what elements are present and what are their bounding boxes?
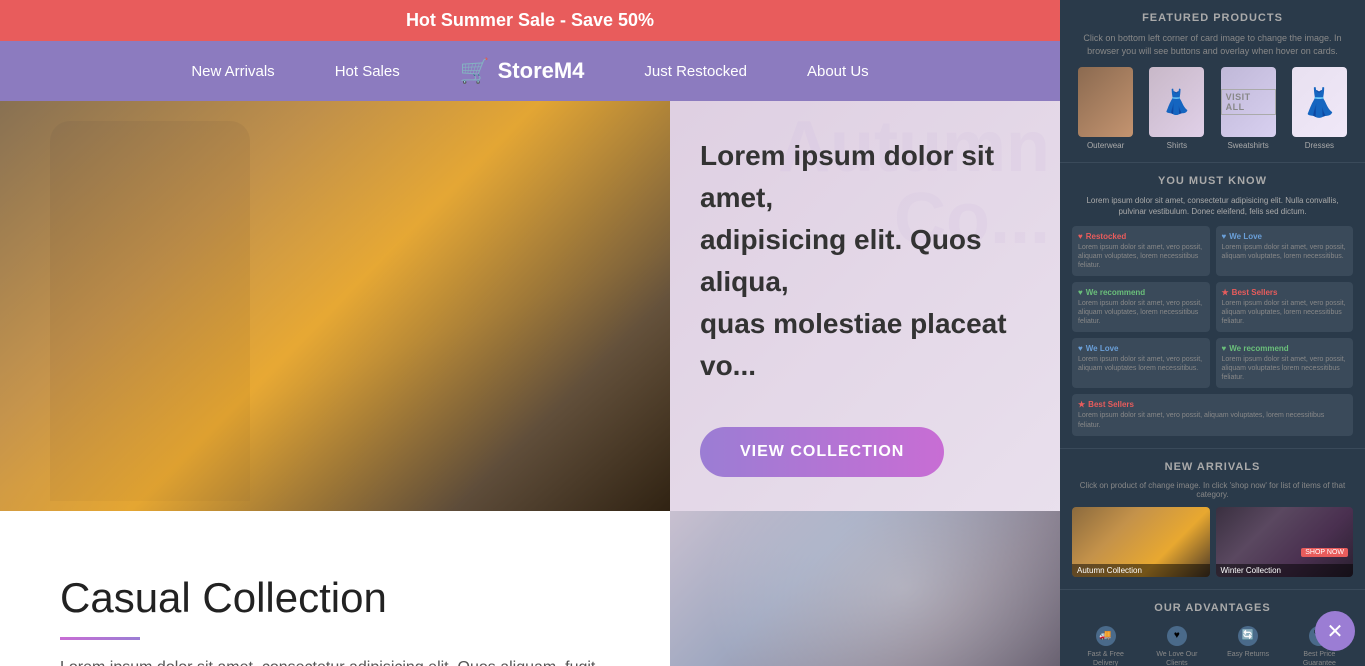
nav-new-arrivals[interactable]: New Arrivals xyxy=(191,63,274,80)
bottom-bg xyxy=(670,511,1060,666)
feat-thumb-sweatshirts: VISIT ALL xyxy=(1221,67,1276,137)
navbar-links: New Arrivals Hot Sales 🛒 StoreM4 Just Re… xyxy=(191,57,868,86)
featured-products-title: FEATURED PRODUCTS xyxy=(1072,12,1353,24)
bottom-section: Casual Collection Lorem ipsum dolor sit … xyxy=(0,511,1060,666)
must-know-we-recommend-title: ♥ We recommend xyxy=(1078,288,1204,297)
must-know-we-recommend-text: Lorem ipsum dolor sit amet, vero possit,… xyxy=(1078,299,1204,326)
new-arrivals-panel-title: NEW ARRIVALS xyxy=(1072,461,1353,473)
arrival-badge-winter[interactable]: SHOP NOW xyxy=(1301,548,1348,557)
love-icon: ♥ xyxy=(1167,626,1187,646)
hero-section: Autumn Co... Lorem ipsum dolor sit amet,… xyxy=(0,101,1060,511)
must-know-we-recommend-2: ♥ We recommend Lorem ipsum dolor sit ame… xyxy=(1216,338,1354,388)
must-know-grid: ♥ Restocked Lorem ipsum dolor sit amet, … xyxy=(1072,226,1353,333)
featured-products-subtitle: Click on bottom left corner of card imag… xyxy=(1072,32,1353,57)
must-know-we-love-2-title: ♥ We Love xyxy=(1078,344,1204,353)
must-know-best-sellers-2-text: Lorem ipsum dolor sit amet, vero possit,… xyxy=(1078,411,1347,429)
hero-body-text: Lorem ipsum dolor sit amet,adipisicing e… xyxy=(700,135,1030,387)
must-know-restocked: ♥ Restocked Lorem ipsum dolor sit amet, … xyxy=(1072,226,1210,276)
new-arrivals-subtitle: Click on product of change image. In cli… xyxy=(1072,481,1353,499)
arrivals-grid: Autumn Collection Winter Collection SHOP… xyxy=(1072,507,1353,577)
brand-name: StoreM4 xyxy=(498,58,585,84)
must-know-best-sellers-text: Lorem ipsum dolor sit amet, vero possit,… xyxy=(1222,299,1348,326)
you-must-know-intro: Lorem ipsum dolor sit amet, consectetur … xyxy=(1072,195,1353,217)
adv-love: ♥ We Love Our Clients xyxy=(1143,622,1210,666)
navbar: New Arrivals Hot Sales 🛒 StoreM4 Just Re… xyxy=(0,41,1060,101)
featured-products-grid: Outerwear 👗 Shirts VISIT ALL Sweatshirts… xyxy=(1072,67,1353,150)
our-advantages-title: OUR ADVANTAGES xyxy=(1072,602,1353,614)
adv-love-text: We Love Our Clients xyxy=(1147,650,1206,666)
arrival-autumn[interactable]: Autumn Collection xyxy=(1072,507,1210,577)
view-collection-button[interactable]: VIEW COLLECTION xyxy=(700,427,944,477)
you-must-know-title: YOU MUST KNOW xyxy=(1072,175,1353,187)
right-panel: FEATURED PRODUCTS Click on bottom left c… xyxy=(1060,0,1365,666)
adv-price-text: Best Price Guarantee xyxy=(1290,650,1349,666)
delivery-icon: 🚚 xyxy=(1096,626,1116,646)
advantages-grid: 🚚 Fast & Free Delivery ♥ We Love Our Cli… xyxy=(1072,622,1353,666)
star-icon-2: ★ xyxy=(1078,400,1085,409)
must-know-restocked-title: ♥ Restocked xyxy=(1078,232,1204,241)
must-know-best-sellers: ★ Best Sellers Lorem ipsum dolor sit ame… xyxy=(1216,282,1354,332)
adv-returns-text: Easy Returns xyxy=(1227,650,1269,659)
must-know-we-recommend-2-title: ♥ We recommend xyxy=(1222,344,1348,353)
casual-collection-section: Casual Collection Lorem ipsum dolor sit … xyxy=(0,511,670,666)
adv-delivery-text: Fast & Free Delivery xyxy=(1076,650,1135,666)
star-icon: ★ xyxy=(1222,288,1229,297)
returns-icon: 🔄 xyxy=(1238,626,1258,646)
nav-hot-sales[interactable]: Hot Sales xyxy=(335,63,400,80)
feat-thumb-dresses: 👗 xyxy=(1292,67,1347,137)
hero-text-right: Autumn Co... Lorem ipsum dolor sit amet,… xyxy=(670,101,1060,511)
close-button[interactable]: ✕ xyxy=(1315,611,1355,651)
must-know-we-love-text: Lorem ipsum dolor sit amet, vero possit,… xyxy=(1222,243,1348,261)
main-content: Hot Summer Sale - Save 50% New Arrivals … xyxy=(0,0,1060,666)
sale-text: Hot Summer Sale - Save 50% xyxy=(406,10,654,30)
bottom-image-right xyxy=(670,511,1060,666)
must-know-we-recommend-2-text: Lorem ipsum dolor sit amet, vero possit,… xyxy=(1222,355,1348,382)
must-know-we-love: ♥ We Love Lorem ipsum dolor sit amet, ve… xyxy=(1216,226,1354,276)
feat-label-sweatshirts: Sweatshirts xyxy=(1227,141,1268,150)
must-know-we-love-2-text: Lorem ipsum dolor sit amet, vero possit,… xyxy=(1078,355,1204,373)
must-know-we-recommend: ♥ We recommend Lorem ipsum dolor sit ame… xyxy=(1072,282,1210,332)
feat-item-dresses[interactable]: 👗 Dresses xyxy=(1286,67,1353,150)
arrival-label-autumn: Autumn Collection xyxy=(1072,564,1210,577)
feat-item-shirts[interactable]: 👗 Shirts xyxy=(1143,67,1210,150)
navbar-brand[interactable]: 🛒 StoreM4 xyxy=(460,57,585,86)
adv-returns: 🔄 Easy Returns xyxy=(1215,622,1282,666)
casual-collection-text: Lorem ipsum dolor sit amet, consectetur … xyxy=(60,655,610,666)
feat-label-shirts: Shirts xyxy=(1167,141,1187,150)
feat-thumb-shirts: 👗 xyxy=(1149,67,1204,137)
heart-icon: ♥ xyxy=(1078,232,1083,241)
you-must-know-section: YOU MUST KNOW Lorem ipsum dolor sit amet… xyxy=(1060,163,1365,448)
must-know-best-sellers-title: ★ Best Sellers xyxy=(1222,288,1348,297)
new-arrivals-panel-section: NEW ARRIVALS Click on product of change … xyxy=(1060,449,1365,590)
feat-label-dresses: Dresses xyxy=(1305,141,1334,150)
must-know-we-love-title: ♥ We Love xyxy=(1222,232,1348,241)
feat-item-outerwear[interactable]: Outerwear xyxy=(1072,67,1139,150)
feat-thumb-outerwear xyxy=(1078,67,1133,137)
nav-about-us[interactable]: About Us xyxy=(807,63,869,80)
sale-banner: Hot Summer Sale - Save 50% xyxy=(0,0,1060,41)
nav-just-restocked[interactable]: Just Restocked xyxy=(644,63,747,80)
feat-item-sweatshirts[interactable]: VISIT ALL Sweatshirts xyxy=(1215,67,1282,150)
heart-icon-4: ♥ xyxy=(1078,344,1083,353)
casual-collection-title: Casual Collection xyxy=(60,574,610,622)
must-know-grid-2: ♥ We Love Lorem ipsum dolor sit amet, ve… xyxy=(1072,338,1353,435)
heart-icon-3: ♥ xyxy=(1078,288,1083,297)
arrival-bg-autumn: Autumn Collection xyxy=(1072,507,1210,577)
hero-overlay xyxy=(0,101,670,511)
featured-products-section: FEATURED PRODUCTS Click on bottom left c… xyxy=(1060,0,1365,163)
must-know-best-sellers-2-title: ★ Best Sellers xyxy=(1078,400,1347,409)
arrival-label-winter: Winter Collection xyxy=(1216,564,1354,577)
heart-icon-2: ♥ xyxy=(1222,232,1227,241)
section-divider xyxy=(60,637,140,640)
hero-image-left xyxy=(0,101,670,511)
must-know-restocked-text: Lorem ipsum dolor sit amet, vero possit,… xyxy=(1078,243,1204,270)
arrival-bg-winter: Winter Collection xyxy=(1216,507,1354,577)
must-know-best-sellers-2: ★ Best Sellers Lorem ipsum dolor sit ame… xyxy=(1072,394,1353,435)
cart-icon: 🛒 xyxy=(460,57,490,86)
heart-icon-5: ♥ xyxy=(1222,344,1227,353)
feat-label-outerwear: Outerwear xyxy=(1087,141,1124,150)
arrival-winter[interactable]: Winter Collection SHOP NOW xyxy=(1216,507,1354,577)
adv-delivery: 🚚 Fast & Free Delivery xyxy=(1072,622,1139,666)
must-know-we-love-2: ♥ We Love Lorem ipsum dolor sit amet, ve… xyxy=(1072,338,1210,388)
